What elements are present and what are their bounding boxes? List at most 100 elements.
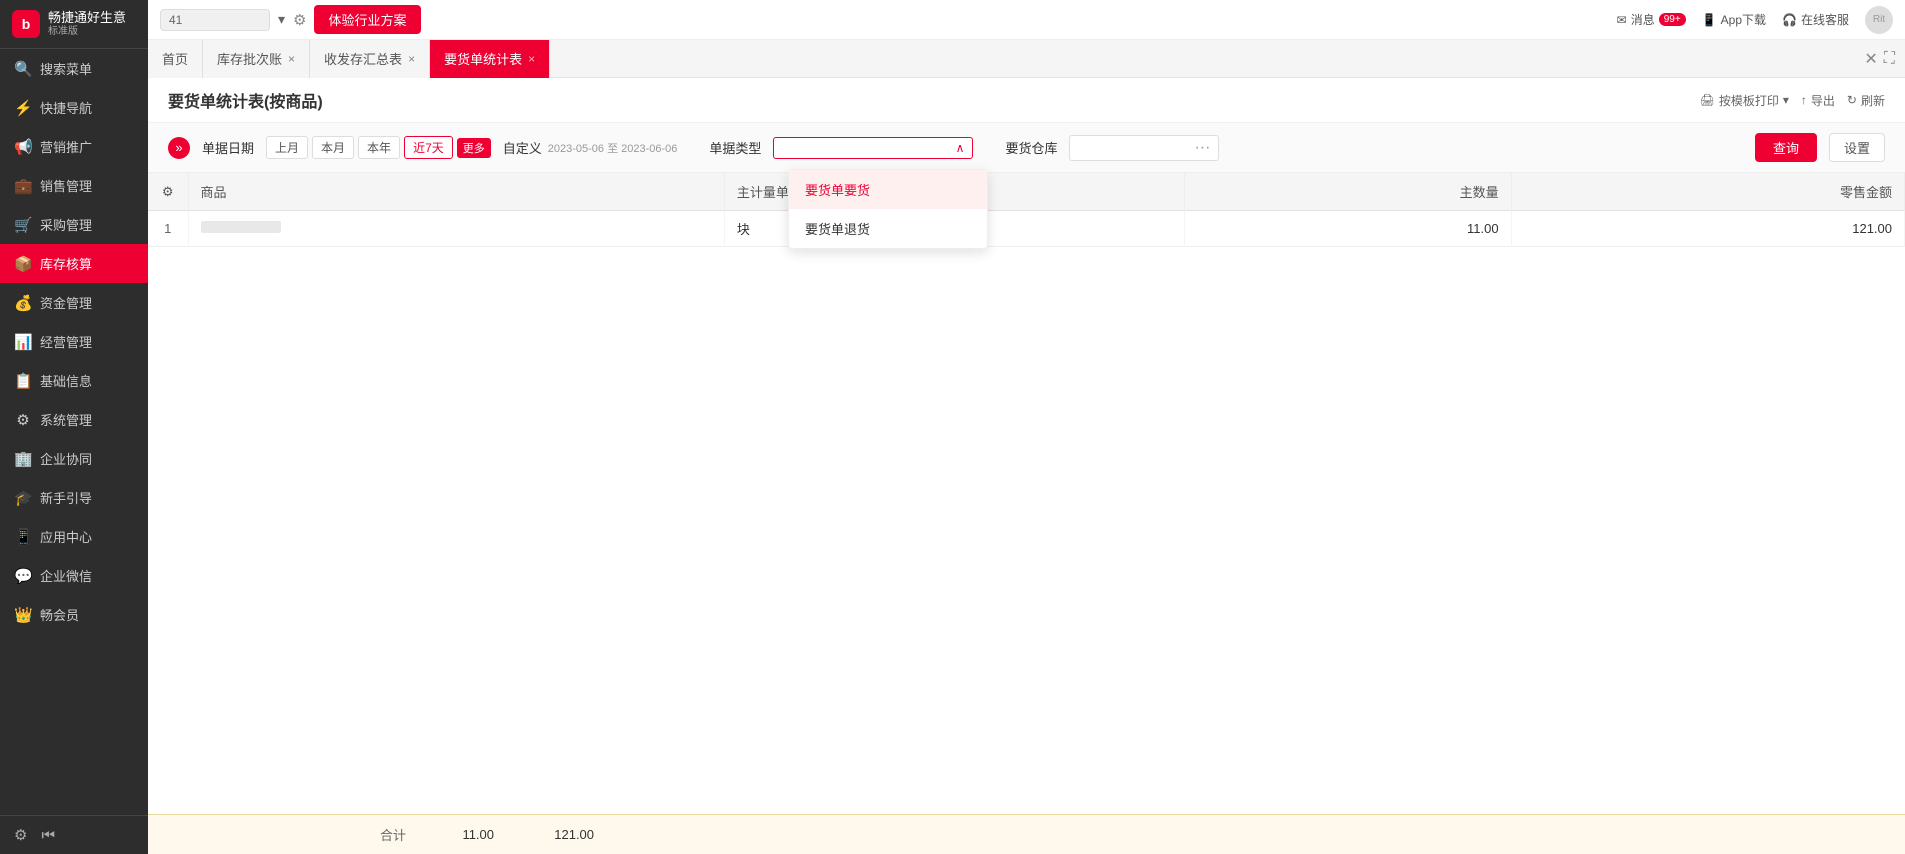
- sidebar-label-system: 系统管理: [40, 410, 92, 429]
- sidebar-item-base[interactable]: 📋基础信息: [0, 361, 148, 400]
- sidebar-item-quick-nav[interactable]: ⚡快捷导航: [0, 88, 148, 127]
- sidebar: b 畅捷通好生意 标准版 🔍搜索菜单⚡快捷导航📢营销推广💼销售管理🛒采购管理📦库…: [0, 0, 148, 854]
- messages-item[interactable]: ✉ 消息 99+: [1617, 11, 1686, 28]
- app-name: 畅捷通好生意: [48, 10, 126, 26]
- tab-home[interactable]: 首页: [148, 40, 203, 78]
- page-actions: 🖨 按模板打印 ▾ ↑ 导出 ↻ 刷新: [1700, 92, 1885, 109]
- service-item[interactable]: 🎧 在线客服: [1782, 11, 1849, 28]
- refresh-btn[interactable]: ↻ 刷新: [1847, 92, 1885, 109]
- sidebar-logo: b 畅捷通好生意 标准版: [0, 0, 148, 49]
- cell-product: [188, 211, 724, 247]
- sidebar-item-member[interactable]: 👑 畅会员: [0, 595, 148, 634]
- settings-icon[interactable]: ⚙: [14, 826, 27, 844]
- table-row: 1 块 11.00 121.00: [148, 211, 1905, 247]
- topbar-dropdown-btn[interactable]: ▾: [278, 11, 285, 28]
- tab-inventory-batch[interactable]: 库存批次账 ×: [203, 40, 310, 78]
- sidebar-item-marketing[interactable]: 📢营销推广: [0, 127, 148, 166]
- filter-expand-btn[interactable]: »: [168, 137, 190, 159]
- sidebar-label-member: 畅会员: [40, 605, 79, 624]
- tab-close-receive-summary[interactable]: ×: [408, 52, 415, 66]
- quick-nav-icon: ⚡: [14, 99, 32, 117]
- refresh-icon: ↻: [1847, 93, 1857, 107]
- business-icon: 📊: [14, 333, 32, 351]
- custom-label[interactable]: 自定义: [503, 138, 542, 157]
- tab-requisition-stats[interactable]: 要货单统计表 ×: [430, 40, 550, 78]
- tab-close-inventory-batch[interactable]: ×: [288, 52, 295, 66]
- sidebar-item-finance[interactable]: 💰 资金管理: [0, 283, 148, 322]
- tab-label-requisition-stats: 要货单统计表: [444, 49, 522, 68]
- filter-bar: » 单据日期 上月 本月 本年 近7天 更多 自定义 2023-05-06 至 …: [148, 123, 1905, 173]
- sidebar-item-weixin[interactable]: 💬企业微信: [0, 556, 148, 595]
- sidebar-label-guide: 新手引导: [40, 488, 92, 507]
- page-header: 要货单统计表(按商品) 🖨 按模板打印 ▾ ↑ 导出 ↻ 刷新: [148, 78, 1905, 123]
- sidebar-bottom: ⚙ ⏮: [0, 815, 148, 854]
- download-item[interactable]: 📱 App下载: [1702, 11, 1766, 28]
- dropdown-option-0[interactable]: 要货单要货: [789, 170, 987, 209]
- sidebar-label-business: 经营管理: [40, 332, 92, 351]
- sidebar-item-search[interactable]: 🔍搜索菜单: [0, 49, 148, 88]
- main-wrap: ▾ ⚙ 体验行业方案 ✉ 消息 99+ 📱 App下载 🎧 在线客服 Rit: [148, 0, 1905, 854]
- footer-amount: 121.00: [506, 827, 606, 842]
- table-header-row: ⚙ 商品 主计量单位 主数量 零售金额: [148, 173, 1905, 211]
- tab-close-all-btn[interactable]: ✕: [1864, 49, 1877, 69]
- footer-qty: 11.00: [406, 827, 506, 842]
- dropdown-option-1[interactable]: 要货单退货: [789, 209, 987, 248]
- sidebar-item-enterprise[interactable]: 🏢企业协同: [0, 439, 148, 478]
- sidebar-label-purchase: 采购管理: [40, 215, 92, 234]
- tab-fullscreen-btn[interactable]: ⛶: [1884, 50, 1895, 68]
- page-content: 要货单统计表(按商品) 🖨 按模板打印 ▾ ↑ 导出 ↻ 刷新 »: [148, 78, 1905, 854]
- type-select[interactable]: ∧: [773, 137, 973, 159]
- sidebar-item-sales[interactable]: 💼销售管理: [0, 166, 148, 205]
- warehouse-label: 要货仓库: [1005, 138, 1057, 157]
- breadcrumb-input[interactable]: [160, 9, 270, 31]
- download-icon: 📱: [1702, 13, 1717, 27]
- system-icon: ⚙: [14, 411, 32, 429]
- cell-seq: 1: [148, 211, 188, 247]
- date-btn-thisyear[interactable]: 本年: [358, 136, 400, 159]
- app-logo-text: 畅捷通好生意 标准版: [48, 10, 126, 38]
- set-button[interactable]: 设置: [1829, 133, 1885, 162]
- tab-expand-area: ✕⛶: [1864, 49, 1905, 69]
- sidebar-item-appstore[interactable]: 📱应用中心: [0, 517, 148, 556]
- tab-close-requisition-stats[interactable]: ×: [528, 52, 535, 66]
- sidebar-label-marketing: 营销推广: [40, 137, 92, 156]
- collapse-icon[interactable]: ⏮: [41, 827, 55, 844]
- base-icon: 📋: [14, 372, 32, 390]
- tab-label-inventory-batch: 库存批次账: [217, 49, 282, 68]
- warehouse-select[interactable]: ···: [1069, 135, 1219, 161]
- topbar-gear-icon[interactable]: ⚙: [293, 11, 306, 29]
- col-settings[interactable]: ⚙: [148, 173, 188, 211]
- sidebar-item-guide[interactable]: 🎓 新手引导: [0, 478, 148, 517]
- table-area: ⚙ 商品 主计量单位 主数量 零售金额 1 块 11.00 121.00: [148, 173, 1905, 814]
- sidebar-item-system[interactable]: ⚙ 系统管理: [0, 400, 148, 439]
- sidebar-label-finance: 资金管理: [40, 293, 92, 312]
- user-avatar: Rit: [1865, 6, 1893, 34]
- tab-receive-summary[interactable]: 收发存汇总表×: [310, 40, 430, 78]
- inventory-icon: 📦: [14, 255, 32, 273]
- sidebar-item-inventory[interactable]: 📦库存核算: [0, 244, 148, 283]
- member-icon: 👑: [14, 606, 32, 624]
- sidebar-label-appstore: 应用中心: [40, 527, 92, 546]
- date-btn-lastmonth[interactable]: 上月: [266, 136, 308, 159]
- date-label: 单据日期: [202, 138, 254, 157]
- date-buttons: 上月 本月 本年 近7天 更多: [266, 136, 491, 159]
- print-icon: 🖨: [1700, 93, 1715, 107]
- topbar-left: ▾ ⚙ 体验行业方案: [160, 5, 1609, 34]
- sidebar-label-enterprise: 企业协同: [40, 449, 92, 468]
- guide-icon: 🎓: [14, 489, 32, 507]
- sidebar-item-business[interactable]: 📊 经营管理: [0, 322, 148, 361]
- query-button[interactable]: 查询: [1755, 133, 1817, 162]
- cell-amount: 121.00: [1511, 211, 1904, 247]
- finance-icon: 💰: [14, 294, 32, 312]
- export-btn[interactable]: ↑ 导出: [1801, 92, 1835, 109]
- date-btn-7days[interactable]: 近7天: [404, 136, 453, 159]
- user-item[interactable]: Rit: [1865, 6, 1893, 34]
- sidebar-item-purchase[interactable]: 🛒采购管理: [0, 205, 148, 244]
- messages-badge: 99+: [1659, 13, 1686, 26]
- print-btn[interactable]: 🖨 按模板打印 ▾: [1700, 92, 1789, 109]
- date-more-tag[interactable]: 更多: [457, 138, 491, 158]
- trial-button[interactable]: 体验行业方案: [314, 5, 420, 34]
- sidebar-label-weixin: 企业微信: [40, 566, 92, 585]
- date-btn-thismonth[interactable]: 本月: [312, 136, 354, 159]
- tabbar: 首页库存批次账×收发存汇总表×要货单统计表×✕⛶: [148, 40, 1905, 78]
